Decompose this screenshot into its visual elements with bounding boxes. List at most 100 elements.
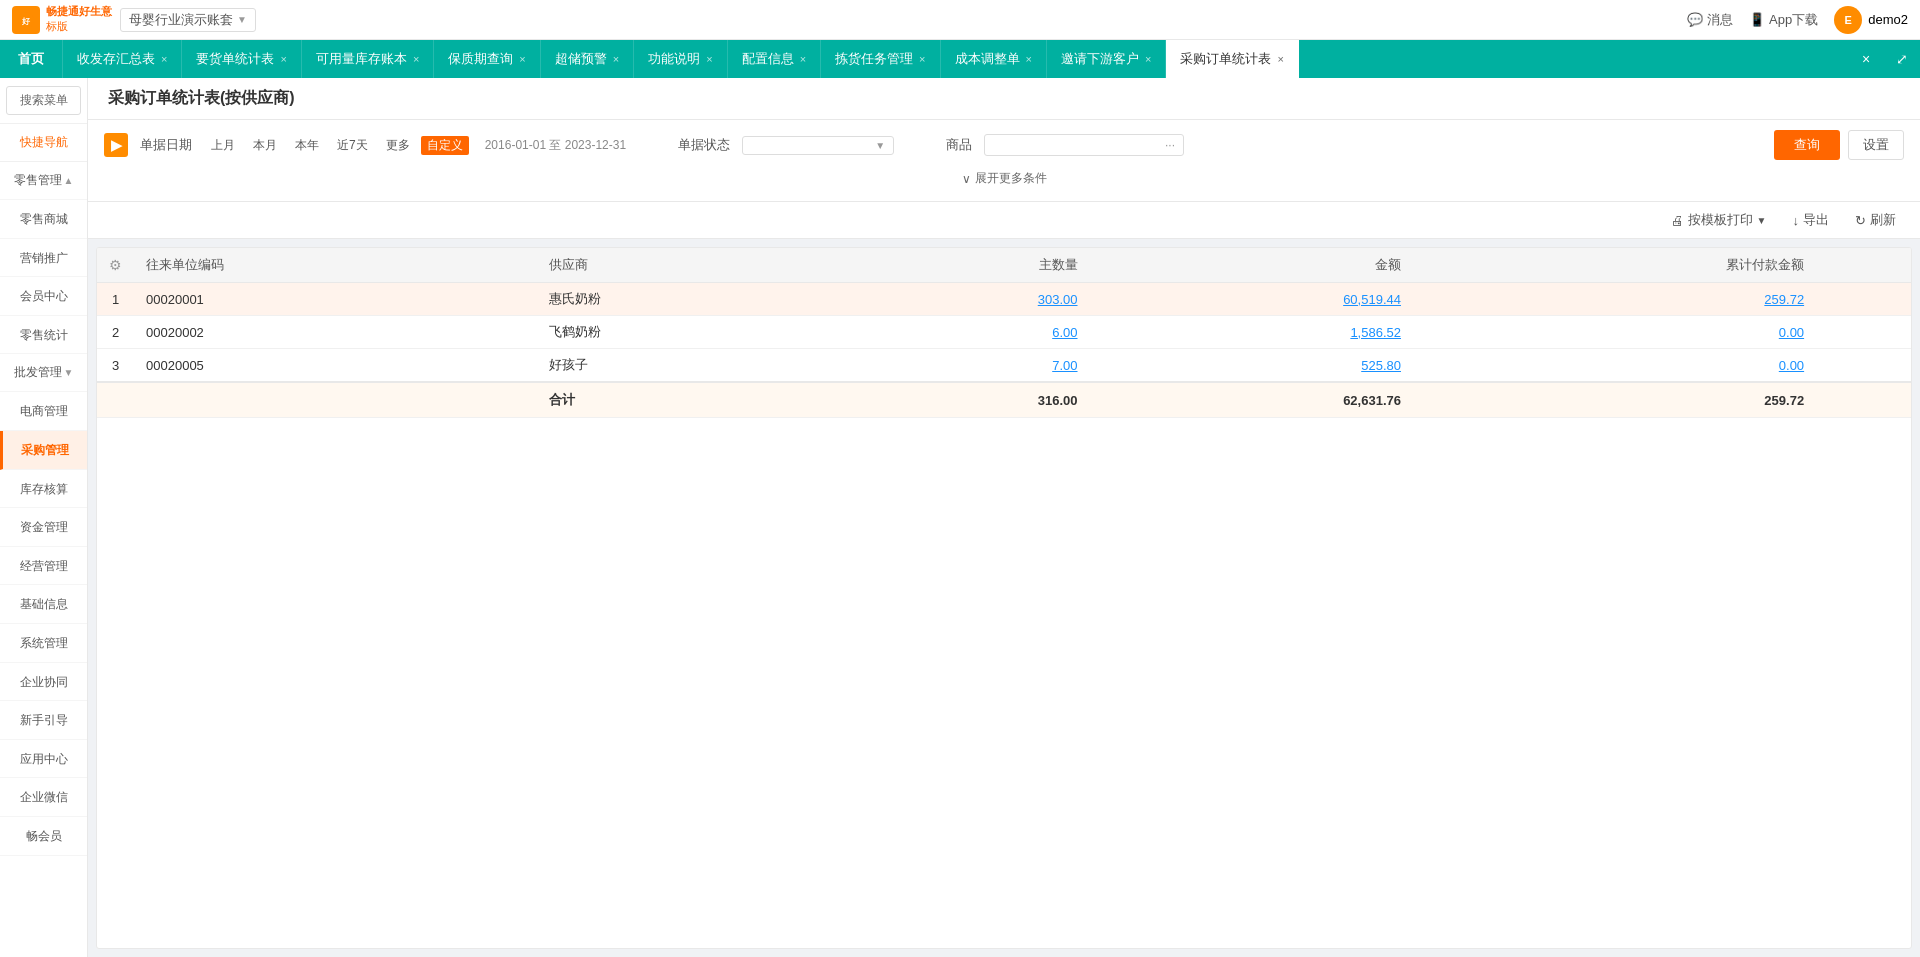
row-paid[interactable]: 0.00 [1413, 316, 1816, 349]
sidebar-item-lingshouguan[interactable]: 零售管理 ▲ [0, 162, 87, 200]
close-icon[interactable]: × [519, 53, 525, 65]
row-supplier: 好孩子 [537, 349, 837, 383]
row-amount[interactable]: 1,586.52 [1090, 316, 1413, 349]
sidebar-item-xinshouyindao[interactable]: 新手引导 [0, 701, 87, 740]
messages-button[interactable]: 💬 消息 [1687, 11, 1733, 29]
sidebar-item-jingying[interactable]: 经营管理 [0, 547, 87, 586]
date-custom-badge[interactable]: 自定义 [421, 136, 469, 155]
nav-maximize-button[interactable]: ⤢ [1884, 40, 1920, 78]
table-row: 3 00020005 好孩子 7.00 525.80 0.00 [97, 349, 1911, 383]
sidebar-item-qiyeweixin[interactable]: 企业微信 [0, 778, 87, 817]
close-icon[interactable]: × [919, 53, 925, 65]
close-icon[interactable]: × [1026, 53, 1032, 65]
close-icon[interactable]: × [161, 53, 167, 65]
sidebar-item-jichu[interactable]: 基础信息 [0, 585, 87, 624]
settings-button[interactable]: 设置 [1848, 130, 1904, 160]
row-amount[interactable]: 60,519.44 [1090, 283, 1413, 316]
data-table: ⚙ 往来单位编码 供应商 主数量 金额 累计付款金额 1 00020001 [97, 248, 1911, 418]
tab-chengben[interactable]: 成本调整单 × [941, 40, 1047, 78]
app-download-button[interactable]: 📱 App下载 [1749, 11, 1818, 29]
sidebar-item-yingxiao[interactable]: 营销推广 [0, 239, 87, 278]
tab-yaoqing[interactable]: 邀请下游客户 × [1047, 40, 1166, 78]
sidebar-item-yingyong[interactable]: 应用中心 [0, 740, 87, 779]
sidebar-item-qiyexietong[interactable]: 企业协同 [0, 663, 87, 702]
tab-baozhi[interactable]: 保质期查询 × [434, 40, 540, 78]
more-icon[interactable]: ··· [1165, 138, 1175, 152]
col-paid-header: 累计付款金额 [1413, 248, 1816, 283]
table-container: ⚙ 往来单位编码 供应商 主数量 金额 累计付款金额 1 00020001 [96, 247, 1912, 949]
nav-close-button[interactable]: × [1848, 40, 1884, 78]
tab-peizhi[interactable]: 配置信息 × [728, 40, 821, 78]
sidebar-item-huiyuan[interactable]: 会员中心 [0, 277, 87, 316]
date-7days-btn[interactable]: 近7天 [330, 134, 375, 157]
quick-nav-link[interactable]: 快捷导航 [0, 130, 87, 155]
col-supplier-header: 供应商 [537, 248, 837, 283]
workspace-selector[interactable]: 母婴行业演示账套 ▼ [120, 8, 256, 32]
nav-tabs: 首页 收发存汇总表 × 要货单统计表 × 可用量库存账本 × 保质期查询 × 超… [0, 40, 1920, 78]
tab-gongneng[interactable]: 功能说明 × [634, 40, 727, 78]
sidebar-item-kucunhesuan[interactable]: 库存核算 [0, 470, 87, 509]
footer-amount: 62,631.76 [1090, 382, 1413, 418]
print-button[interactable]: 🖨 按模板打印 ▼ [1663, 208, 1775, 232]
sidebar-item-caigou[interactable]: 采购管理 [0, 431, 87, 470]
sidebar-item-lingsoushangcheng[interactable]: 零售商城 [0, 200, 87, 239]
settings-icon[interactable]: ⚙ [109, 257, 122, 273]
row-paid[interactable]: 259.72 [1413, 283, 1816, 316]
row-qty[interactable]: 6.00 [838, 316, 1090, 349]
expand-conditions-button[interactable]: ∨ 展开更多条件 [962, 170, 1047, 187]
logo-icon: 好 [12, 6, 40, 34]
tab-chaochuyujing[interactable]: 超储预警 × [541, 40, 634, 78]
tab-home[interactable]: 首页 [0, 40, 63, 78]
tab-yaohuo[interactable]: 要货单统计表 × [182, 40, 301, 78]
main-layout: 搜索菜单 快捷导航 零售管理 ▲ 零售商城 营销推广 会员中心 零售统计 批发管… [0, 78, 1920, 957]
expand-row: ∨ 展开更多条件 [104, 166, 1904, 191]
tab-caigou-active[interactable]: 采购订单统计表 × [1166, 40, 1298, 78]
footer-label: 合计 [537, 382, 837, 418]
row-supplier: 飞鹤奶粉 [537, 316, 837, 349]
chevron-down-icon: ▼ [237, 14, 247, 25]
tab-shoufacun[interactable]: 收发存汇总表 × [63, 40, 182, 78]
close-icon[interactable]: × [800, 53, 806, 65]
query-button[interactable]: 查询 [1774, 130, 1840, 160]
sidebar-item-pifaguan[interactable]: 批发管理 ▼ [0, 354, 87, 392]
date-label: 单据日期 [140, 136, 192, 154]
close-icon[interactable]: × [280, 53, 286, 65]
table-row: 2 00020002 飞鹤奶粉 6.00 1,586.52 0.00 [97, 316, 1911, 349]
sidebar-item-dianshang[interactable]: 电商管理 [0, 392, 87, 431]
table-footer-row: 合计 316.00 62,631.76 259.72 [97, 382, 1911, 418]
export-icon: ↓ [1793, 213, 1800, 228]
date-this-month-btn[interactable]: 本月 [246, 134, 284, 157]
chevron-down-icon: ∨ [962, 172, 971, 186]
page-header: 采购订单统计表(按供应商) [88, 78, 1920, 120]
search-menu-button[interactable]: 搜索菜单 [6, 86, 81, 115]
close-icon[interactable]: × [1145, 53, 1151, 65]
footer-qty: 316.00 [838, 382, 1090, 418]
date-last-month-btn[interactable]: 上月 [204, 134, 242, 157]
close-icon[interactable]: × [706, 53, 712, 65]
tab-keyongliang[interactable]: 可用量库存账本 × [302, 40, 434, 78]
goods-input[interactable]: ··· [984, 134, 1184, 156]
status-select[interactable]: ▼ [742, 136, 894, 155]
row-paid[interactable]: 0.00 [1413, 349, 1816, 383]
close-icon[interactable]: × [1277, 53, 1283, 65]
row-qty[interactable]: 303.00 [838, 283, 1090, 316]
sidebar-item-changhyuanyuan[interactable]: 畅会员 [0, 817, 87, 856]
message-icon: 💬 [1687, 12, 1703, 27]
export-button[interactable]: ↓ 导出 [1785, 208, 1838, 232]
row-qty[interactable]: 7.00 [838, 349, 1090, 383]
sidebar-item-zijin[interactable]: 资金管理 [0, 508, 87, 547]
download-icon: 📱 [1749, 12, 1765, 27]
date-more-btn[interactable]: 更多 [379, 134, 417, 157]
filter-toggle-button[interactable]: ▶ [104, 133, 128, 157]
row-amount[interactable]: 525.80 [1090, 349, 1413, 383]
close-icon[interactable]: × [413, 53, 419, 65]
sidebar-item-lingsoutonji[interactable]: 零售统计 [0, 316, 87, 355]
tab-jianhuo[interactable]: 拣货任务管理 × [821, 40, 940, 78]
sidebar-item-xitong[interactable]: 系统管理 [0, 624, 87, 663]
user-menu[interactable]: E demo2 [1834, 6, 1908, 34]
close-icon[interactable]: × [613, 53, 619, 65]
row-code: 00020002 [134, 316, 537, 349]
col-settings: ⚙ [97, 248, 134, 283]
date-this-year-btn[interactable]: 本年 [288, 134, 326, 157]
refresh-button[interactable]: ↻ 刷新 [1847, 208, 1904, 232]
